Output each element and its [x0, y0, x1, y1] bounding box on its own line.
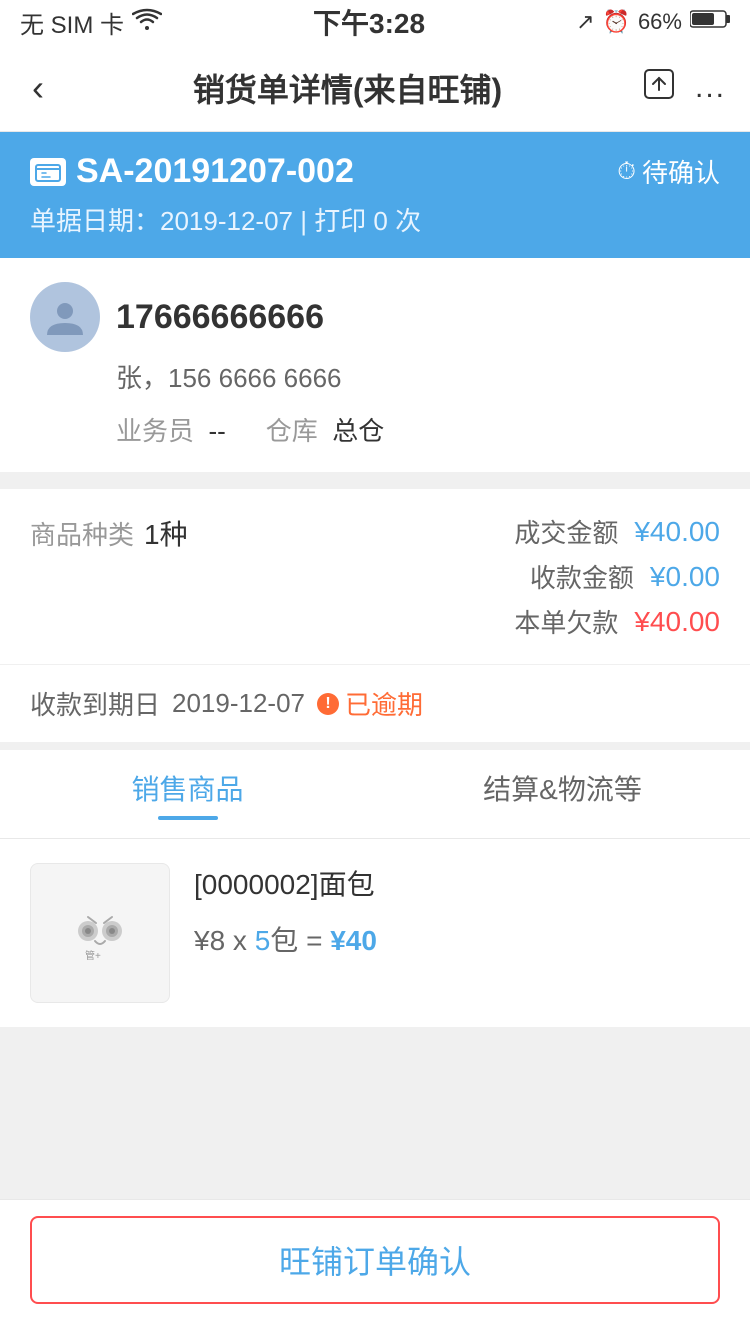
summary-left: 商品种类 1种	[30, 513, 188, 553]
transaction-amount-value: ¥40.00	[634, 516, 720, 548]
qty-text: 5	[255, 925, 271, 956]
product-thumbnail: 管+	[30, 863, 170, 1003]
due-date-value: 2019-12-07	[172, 688, 305, 719]
tab-sales-products[interactable]: 销售商品	[0, 750, 375, 838]
overdue-text: 已逾期	[345, 685, 423, 722]
status-text: 待确认	[642, 153, 720, 190]
collected-amount-row: 收款金额 ¥0.00	[530, 558, 720, 595]
tab-sales-products-label: 销售商品	[131, 768, 243, 808]
price-text: ¥8 x	[194, 925, 255, 956]
order-status: ⏱ 待确认	[617, 153, 720, 190]
product-list: 管+ [0000002]面包 ¥8 x 5包 = ¥40	[0, 839, 750, 1027]
back-button[interactable]: ‹	[24, 59, 52, 117]
product-info: [0000002]面包 ¥8 x 5包 = ¥40	[194, 863, 720, 959]
tab-settlement-logistics[interactable]: 结算&物流等	[375, 750, 750, 838]
status-bar: 无 SIM 卡 下午3:28 ↗ ⏰ 66%	[0, 0, 750, 44]
transaction-amount-label: 成交金额	[514, 513, 618, 550]
page-title: 销货单详情(来自旺铺)	[193, 65, 502, 111]
unit-text: 包	[270, 925, 298, 956]
product-name: [0000002]面包	[194, 863, 720, 903]
nav-actions: ...	[643, 68, 726, 108]
battery-text: 66%	[638, 9, 682, 35]
more-button[interactable]: ...	[695, 71, 726, 105]
alarm-icon: ⏰	[603, 9, 630, 35]
bottom-bar: 旺铺订单确认	[0, 1199, 750, 1334]
product-types-label: 商品种类	[30, 515, 134, 552]
customer-info: 17666666666	[116, 298, 324, 337]
battery-icon	[690, 9, 730, 35]
tabs-section: 销售商品 结算&物流等	[0, 742, 750, 839]
overdue-badge: ! 已逾期	[317, 685, 423, 722]
tab-active-indicator	[158, 816, 218, 820]
collected-amount-value: ¥0.00	[650, 561, 720, 593]
total-text: ¥40	[330, 925, 377, 956]
product-types-value: 1种	[144, 513, 188, 553]
customer-meta: 业务员 -- 仓库 总仓	[116, 411, 720, 448]
order-id-text: SA-20191207-002	[76, 152, 354, 191]
location-icon: ↗	[576, 9, 594, 35]
svg-text:管+: 管+	[85, 949, 101, 962]
clock-icon: ⏱	[617, 158, 636, 186]
collected-amount-label: 收款金额	[530, 558, 634, 595]
customer-phone: 17666666666	[116, 298, 324, 337]
divider-1	[0, 473, 750, 489]
customer-avatar	[30, 282, 100, 352]
product-price: ¥8 x 5包 = ¥40	[194, 919, 720, 959]
status-right-icons: ↗ ⏰ 66%	[576, 9, 730, 35]
due-date-label: 收款到期日	[30, 685, 160, 722]
overdue-icon: !	[317, 693, 339, 715]
tab-inactive-indicator	[533, 816, 593, 820]
due-date-section: 收款到期日 2019-12-07 ! 已逾期	[0, 664, 750, 742]
customer-name: 张，156 6666 6666	[116, 358, 720, 395]
customer-section: 17666666666 张，156 6666 6666 业务员 -- 仓库 总仓	[0, 258, 750, 473]
wifi-icon	[132, 8, 162, 37]
tab-settlement-logistics-label: 结算&物流等	[483, 768, 642, 808]
summary-section: 商品种类 1种 成交金额 ¥40.00 收款金额 ¥0.00 本单欠款 ¥40.…	[0, 489, 750, 664]
status-time: 下午3:28	[313, 2, 425, 42]
transaction-amount-row: 成交金额 ¥40.00	[514, 513, 720, 550]
salesperson-label: 业务员 --	[116, 411, 226, 448]
owed-amount-value: ¥40.00	[634, 606, 720, 638]
equals-text: =	[298, 925, 330, 956]
summary-right: 成交金额 ¥40.00 收款金额 ¥0.00 本单欠款 ¥40.00	[514, 513, 720, 640]
owed-amount-row: 本单欠款 ¥40.00	[514, 603, 720, 640]
warehouse-label: 仓库 总仓	[266, 411, 384, 448]
order-icon	[30, 158, 66, 186]
order-header: SA-20191207-002 ⏱ 待确认 单据日期：2019-12-07 | …	[0, 132, 750, 258]
owed-amount-label: 本单欠款	[514, 603, 618, 640]
order-id: SA-20191207-002	[30, 152, 354, 191]
share-button[interactable]	[643, 68, 675, 108]
carrier-text: 无 SIM 卡	[20, 5, 124, 40]
product-item: 管+ [0000002]面包 ¥8 x 5包 = ¥40	[0, 839, 750, 1027]
status-carrier: 无 SIM 卡	[20, 5, 162, 40]
confirm-order-button[interactable]: 旺铺订单确认	[30, 1216, 720, 1304]
order-date: 单据日期：2019-12-07 | 打印 0 次	[30, 201, 720, 238]
nav-bar: ‹ 销货单详情(来自旺铺) ...	[0, 44, 750, 132]
